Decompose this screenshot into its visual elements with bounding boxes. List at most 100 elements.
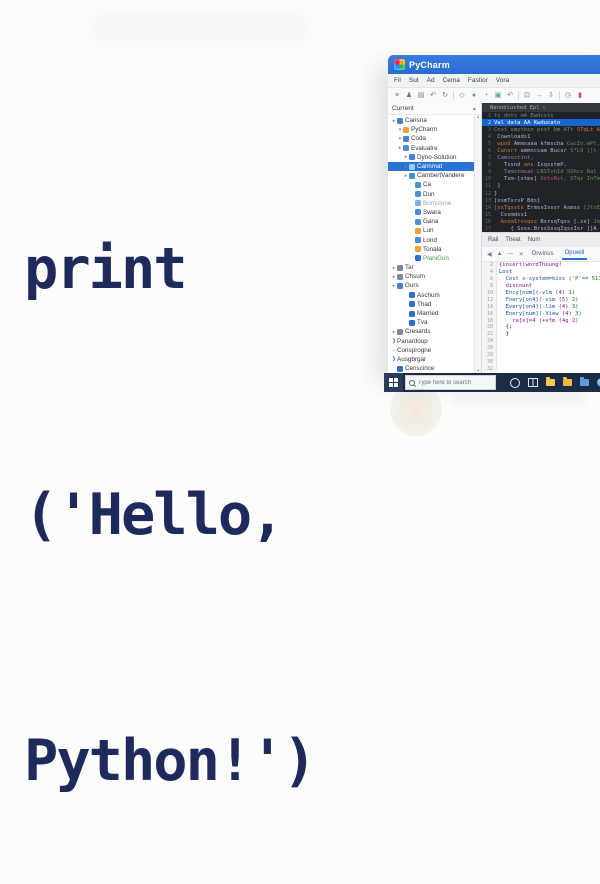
menu-item-vora[interactable]: Vora bbox=[496, 77, 509, 84]
tree-item-planigun[interactable]: PlaniGun bbox=[388, 254, 481, 263]
tree-item-cambertvandere[interactable]: ▸ CambertVandere bbox=[388, 171, 481, 180]
tree-item-tva[interactable]: Tva bbox=[388, 318, 481, 327]
run-icon[interactable]: ● bbox=[470, 92, 478, 99]
menu-item-cema[interactable]: Cema bbox=[443, 77, 460, 84]
tree-item-gurs[interactable]: ▸ Gurs bbox=[388, 281, 481, 290]
editor-line[interactable]: 8 Tssnd ans IsqsstmP, bbox=[482, 162, 600, 169]
panel-control-icon[interactable]: ◀ bbox=[487, 251, 492, 258]
tree-item-coda[interactable]: ▾ Coda bbox=[388, 134, 481, 143]
commit-icon[interactable]: ▣ bbox=[494, 92, 502, 99]
tree-item-lond[interactable]: Lond bbox=[388, 235, 481, 244]
editor-line[interactable]: 10 Tsm-[stms] SntsRst, STqs InTmT + S.In… bbox=[482, 176, 600, 183]
editor-line[interactable]: 11 } bbox=[482, 183, 600, 190]
panel-control-icon[interactable]: ✕ bbox=[519, 251, 524, 258]
editor-line[interactable]: 32 bbox=[482, 365, 600, 373]
editor-line[interactable]: 4 Cownloads1 bbox=[482, 133, 600, 140]
tree-item-tar[interactable]: ▸ Tar bbox=[388, 263, 481, 272]
tree-item-brimstone[interactable]: Brimstone bbox=[388, 199, 481, 208]
editor-line[interactable]: 20 {; bbox=[482, 324, 600, 331]
tree-item-dyno-solution[interactable]: ▸ Dyno-Solution bbox=[388, 153, 481, 162]
panel-control-icon[interactable]: ▲ bbox=[497, 251, 503, 257]
tree-item-chsum[interactable]: ▸ Chsum bbox=[388, 272, 481, 281]
menu-item-fil[interactable]: Fil bbox=[394, 77, 401, 84]
folder-icon[interactable] bbox=[546, 377, 555, 386]
tree-item-married[interactable]: Married bbox=[388, 309, 481, 318]
editor-line[interactable]: 15 Cssmdss1 bbox=[482, 211, 600, 218]
taskbar-search[interactable]: Type here to search bbox=[405, 375, 496, 390]
scroll-up-icon[interactable]: ▲ bbox=[472, 106, 477, 112]
editor-line[interactable]: 6 Cansrt ammncsam Bucsr S*L9 []t + IThed bbox=[482, 147, 600, 154]
code-editor-dark[interactable]: Nanoblushed Epl ⊙ 1 ts dnts m4 Ewdcsts 2 Va… bbox=[482, 103, 600, 232]
editor-tab[interactable]: Nanoblushed Epl ⊙ bbox=[482, 103, 600, 112]
tree-item-aschum[interactable]: Aschum bbox=[388, 291, 481, 300]
start-button[interactable] bbox=[384, 373, 403, 392]
rollback-icon[interactable]: ↶ bbox=[506, 92, 514, 99]
diamond-icon[interactable]: ◇ bbox=[458, 92, 466, 99]
project-header[interactable]: Current ▲ bbox=[388, 103, 481, 115]
console-tab-orwinus[interactable]: Orwinus bbox=[529, 249, 557, 259]
step-icon[interactable]: ⊡ bbox=[523, 92, 531, 99]
editor-line[interactable]: 9 Tamstmsat LBSTshId SShcs Ral bbox=[482, 169, 600, 176]
editor-line[interactable]: 3Cnst smsthsn pssf bm ATt STqLt As, bbox=[482, 126, 600, 133]
new-file-icon[interactable]: ▤ bbox=[417, 92, 425, 99]
tree-item-consprogne[interactable]: ⌄ Consprogne bbox=[388, 346, 481, 355]
tool-tab-theat[interactable]: Theat bbox=[505, 237, 520, 243]
editor-line[interactable]: 10 Ency[num](-vlm (4) 1) bbox=[482, 289, 600, 297]
editor-line[interactable]: 2 {insert(wordThoung! bbox=[482, 262, 600, 269]
panel-control-icon[interactable]: — bbox=[508, 251, 514, 257]
clock-icon[interactable]: ◷ bbox=[564, 92, 572, 99]
hamburger-icon[interactable]: ≡ bbox=[393, 92, 401, 99]
editor-line[interactable]: 12} bbox=[482, 190, 600, 197]
tool-tab-num[interactable]: Num bbox=[528, 237, 541, 243]
folder-icon[interactable] bbox=[563, 377, 572, 386]
editor-line[interactable]: 18 ra[x]=4 (+vfm (4g 2) bbox=[482, 317, 600, 325]
editor-line[interactable]: 16 AssmIrssqss BsrsqTqss [.ss] Jmssrssq … bbox=[482, 218, 600, 225]
title-bar[interactable]: PyCharm bbox=[388, 55, 600, 74]
onedrive-folder-icon[interactable] bbox=[580, 377, 589, 386]
tree-item-calmmat[interactable]: ▸ Calmmat bbox=[388, 161, 481, 172]
editor-line[interactable]: 7 Camsostint, bbox=[482, 155, 600, 162]
editor-line[interactable]: 26 bbox=[482, 344, 600, 352]
editor-line[interactable]: 8 discount bbox=[482, 282, 600, 290]
tool-tab-rail[interactable]: Rail bbox=[488, 237, 498, 243]
user-icon[interactable]: ♟ bbox=[405, 92, 413, 99]
editor-line[interactable]: 30 bbox=[482, 358, 600, 366]
scroll-up-icon[interactable]: ▲ bbox=[476, 114, 480, 119]
project-scrollbar[interactable]: ▲ ▼ bbox=[474, 114, 481, 373]
tree-item-dun[interactable]: Dun bbox=[388, 190, 481, 199]
undo-icon[interactable]: ↶ bbox=[429, 92, 437, 99]
editor-line[interactable]: 14[ssTqssts ErmssIsssr Asmss [JtsE[]s., … bbox=[482, 204, 600, 211]
tree-item-tonala[interactable]: Tonala bbox=[388, 245, 481, 254]
tree-item-cansna[interactable]: ▸ Cansna bbox=[388, 116, 481, 125]
tree-item-lun[interactable]: Lun bbox=[388, 226, 481, 235]
menu-item-ad[interactable]: Ad bbox=[427, 77, 435, 84]
history-icon[interactable]: ◔ bbox=[482, 92, 490, 99]
tree-item-pycharm[interactable]: ▾ PyCharm bbox=[388, 125, 481, 134]
tree-item-thad[interactable]: Thad bbox=[388, 300, 481, 309]
menu-item-sut[interactable]: Sut bbox=[409, 77, 419, 84]
tree-item-evaluatre[interactable]: ▸ Evaluatre bbox=[388, 144, 481, 153]
editor-line[interactable]: 28 bbox=[482, 351, 600, 359]
forward-icon[interactable]: → bbox=[535, 92, 543, 99]
tree-item-gana[interactable]: Gana bbox=[388, 217, 481, 226]
task-view-icon[interactable] bbox=[528, 378, 538, 387]
tree-item-swara[interactable]: Swara bbox=[388, 208, 481, 217]
editor-selected-line[interactable]: 2 Val data AA Kwducato bbox=[482, 119, 600, 127]
tree-item-panardoup[interactable]: ❯ Panardoup bbox=[388, 337, 481, 346]
tree-item-ca[interactable]: Ca bbox=[388, 180, 481, 189]
stop-icon[interactable]: ▮ bbox=[576, 92, 584, 99]
code-editor-light[interactable]: 2 {insert(wordThoung! 4 Lost 6 Cost x-system… bbox=[482, 262, 600, 373]
editor-tab-close-icon[interactable]: ⊙ bbox=[543, 105, 546, 111]
refresh-icon[interactable]: ↻ bbox=[441, 92, 449, 99]
console-tab-opuwill[interactable]: Opuwill bbox=[561, 248, 588, 260]
editor-line[interactable]: 14 Every[on4](-lim (4) 3) bbox=[482, 303, 600, 311]
download-icon[interactable]: ⇩ bbox=[547, 92, 555, 99]
menu-item-fastior[interactable]: Fastior bbox=[468, 77, 488, 84]
editor-line[interactable]: 5 wpod Ammsaaa kfmscha CwcIn.mPt, bbox=[482, 140, 600, 147]
tree-item-ausgbrgar[interactable]: ❯ Ausgbrgar bbox=[388, 355, 481, 364]
editor-line[interactable]: 4 Lost bbox=[482, 268, 600, 276]
editor-line[interactable]: 13 [ssmTsrsP Bds] bbox=[482, 197, 600, 204]
editor-line[interactable]: 6 Cost x-system=kiss ('P'== 5110); bbox=[482, 275, 600, 283]
tree-item-cresards[interactable]: ▸ Cresards bbox=[388, 327, 481, 336]
editor-line[interactable]: 22 } bbox=[482, 330, 600, 338]
